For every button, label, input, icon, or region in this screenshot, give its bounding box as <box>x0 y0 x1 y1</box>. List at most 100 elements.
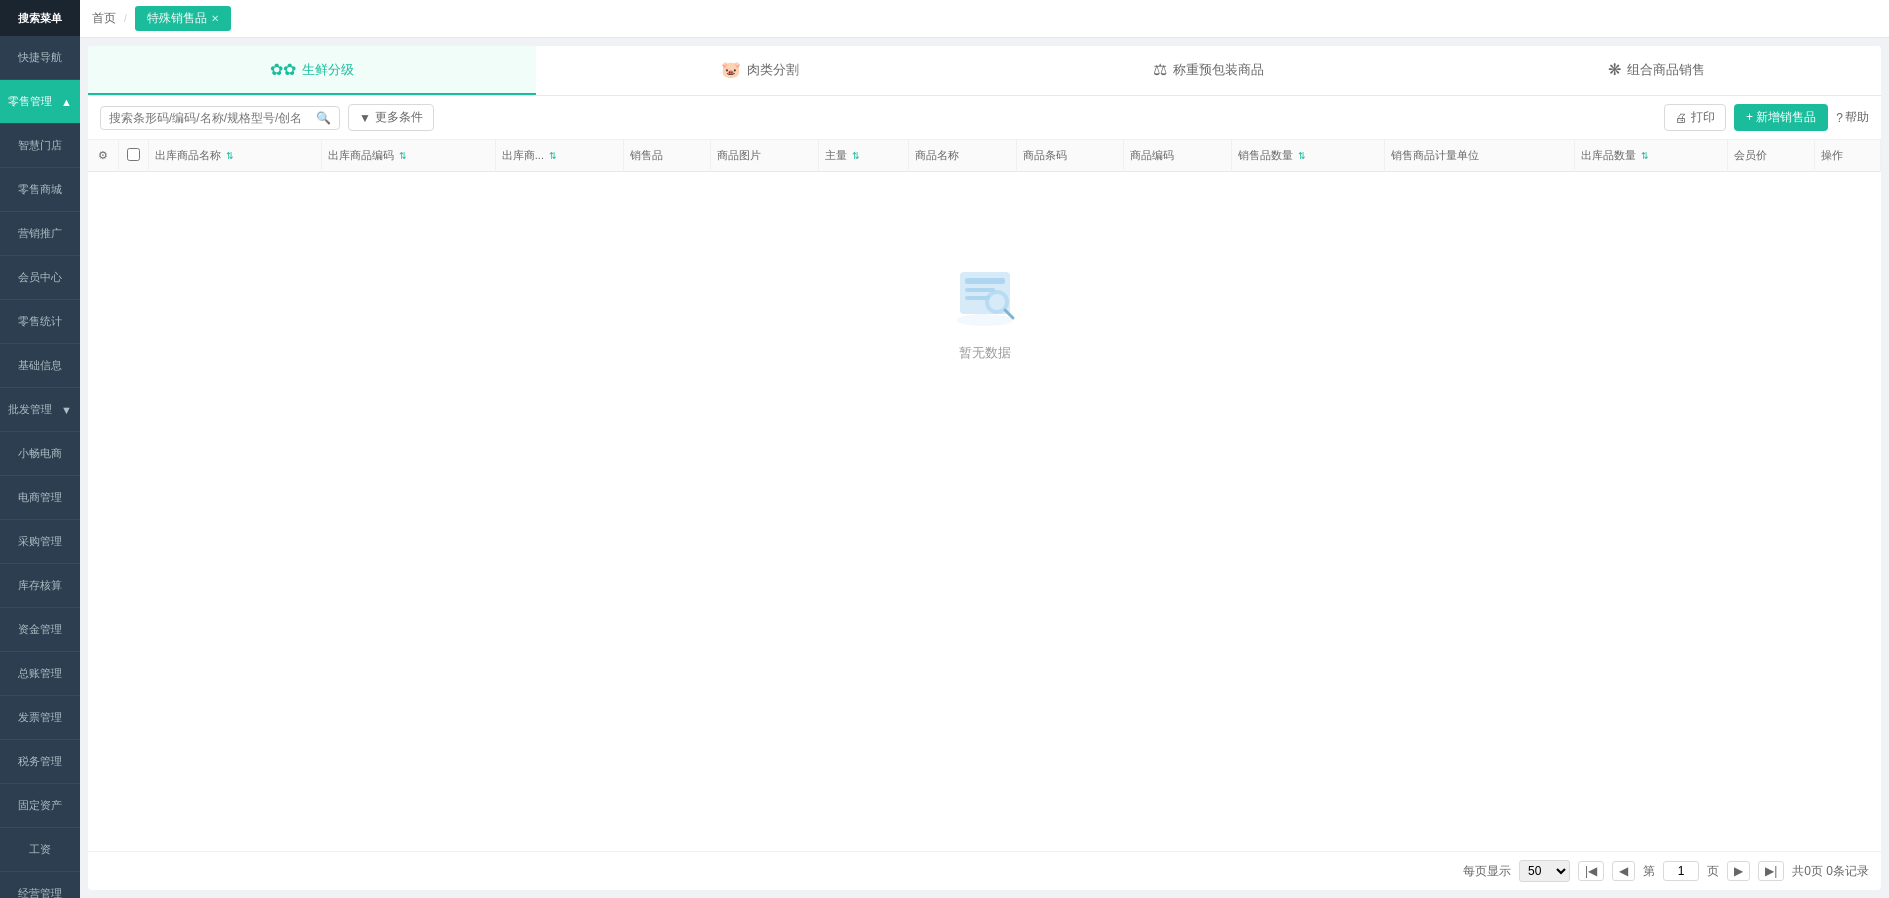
sort-icon: ⇅ <box>852 151 860 161</box>
print-button[interactable]: 🖨 打印 <box>1664 104 1726 131</box>
sidebar-item-operations[interactable]: 经营管理 <box>0 872 80 898</box>
sidebar-item-label: 快捷导航 <box>18 50 62 65</box>
sidebar-item-smart-store[interactable]: 智慧门店 <box>0 124 80 168</box>
sidebar-item-label: 零售统计 <box>18 314 62 329</box>
pagination: 每页显示 10 20 50 100 |◀ ◀ 第 页 ▶ ▶| 共0页 0条记录 <box>88 851 1881 890</box>
tab-scale-prepack-label: 称重预包装商品 <box>1173 61 1264 79</box>
th-goods-barcode[interactable]: 商品条码 <box>1016 140 1124 172</box>
th-checkbox[interactable] <box>118 140 148 172</box>
empty-icon <box>945 252 1025 332</box>
sidebar-item-retail-mall[interactable]: 零售商城 <box>0 168 80 212</box>
tab-meat-cut-label: 肉类分割 <box>747 61 799 79</box>
sort-icon: ⇅ <box>399 151 407 161</box>
page-size-select[interactable]: 10 20 50 100 <box>1519 860 1570 882</box>
sidebar-item-label: 资金管理 <box>18 622 62 637</box>
main-content: 首页 / 特殊销售品 ✕ ✿✿ 生鲜分级 🐷 肉类分割 ⚖ 称重预包装商品 ❋ <box>80 0 1889 898</box>
sidebar-logo[interactable]: 搜索菜单 <box>0 0 80 36</box>
close-tab-icon[interactable]: ✕ <box>211 13 219 24</box>
tab-fresh-grade[interactable]: ✿✿ 生鲜分级 <box>88 46 536 95</box>
th-outlet-name[interactable]: 出库商品名称 ⇅ <box>148 140 322 172</box>
prev-page-button[interactable]: ◀ <box>1612 861 1635 881</box>
th-goods-name[interactable]: 商品名称 <box>909 140 1017 172</box>
sidebar-item-purchase[interactable]: 采购管理 <box>0 520 80 564</box>
active-tab[interactable]: 特殊销售品 ✕ <box>135 6 231 31</box>
th-sale-unit[interactable]: 销售商品计量单位 <box>1384 140 1574 172</box>
th-outlet-code[interactable]: 出库商品编码 ⇅ <box>322 140 496 172</box>
sub-tabs: ✿✿ 生鲜分级 🐷 肉类分割 ⚖ 称重预包装商品 ❋ 组合商品销售 <box>88 46 1881 96</box>
page-label-after: 页 <box>1707 863 1719 880</box>
page-number-input[interactable] <box>1663 861 1699 881</box>
empty-text: 暂无数据 <box>959 344 1011 362</box>
th-sale-item[interactable]: 销售品 <box>624 140 711 172</box>
tab-scale-prepack[interactable]: ⚖ 称重预包装商品 <box>985 46 1433 95</box>
svg-point-0 <box>957 314 1013 326</box>
sidebar-item-finance[interactable]: 资金管理 <box>0 608 80 652</box>
last-page-button[interactable]: ▶| <box>1758 861 1784 881</box>
first-page-button[interactable]: |◀ <box>1578 861 1604 881</box>
search-input[interactable] <box>109 111 312 125</box>
filter-label: 更多条件 <box>375 109 423 126</box>
sidebar-item-label: 智慧门店 <box>18 138 62 153</box>
th-image: 商品图片 <box>711 140 819 172</box>
sidebar-item-member[interactable]: 会员中心 <box>0 256 80 300</box>
th-outlet-spec[interactable]: 出库商... ⇅ <box>495 140 624 172</box>
sidebar-item-label: 税务管理 <box>18 754 62 769</box>
select-all-checkbox[interactable] <box>127 148 140 161</box>
breadcrumb-separator: / <box>124 13 127 24</box>
tab-meat-cut[interactable]: 🐷 肉类分割 <box>536 46 984 95</box>
sidebar-item-label: 发票管理 <box>18 710 62 725</box>
th-main[interactable]: 主量 ⇅ <box>818 140 909 172</box>
sidebar-item-inventory[interactable]: 库存核算 <box>0 564 80 608</box>
page-size-label: 每页显示 <box>1463 863 1511 880</box>
sidebar-item-label: 基础信息 <box>18 358 62 373</box>
search-icon[interactable]: 🔍 <box>316 111 331 125</box>
active-tab-label: 特殊销售品 <box>147 10 207 27</box>
search-box[interactable]: 🔍 <box>100 106 340 130</box>
sidebar-item-label: 会员中心 <box>18 270 62 285</box>
sidebar-item-ecommerce-mgmt[interactable]: 电商管理 <box>0 476 80 520</box>
th-outlet-qty[interactable]: 出库品数量 ⇅ <box>1575 140 1728 172</box>
tab-fresh-grade-label: 生鲜分级 <box>302 61 354 79</box>
data-table: ⚙ 出库商品名称 ⇅ 出库商品编码 ⇅ 出库商... ⇅ <box>88 140 1881 172</box>
print-label: 打印 <box>1691 109 1715 126</box>
sidebar: 搜索菜单 快捷导航 零售管理 ▲ 智慧门店 零售商城 营销推广 会员中心 零售统… <box>0 0 80 898</box>
meat-cut-icon: 🐷 <box>721 60 741 79</box>
sidebar-item-tax[interactable]: 税务管理 <box>0 740 80 784</box>
help-label: 帮助 <box>1845 109 1869 126</box>
th-goods-code[interactable]: 商品编码 <box>1124 140 1232 172</box>
toolbar: 🔍 ▼ 更多条件 🖨 打印 + 新增销售品 ? 帮助 <box>88 96 1881 140</box>
sidebar-item-fixed-assets[interactable]: 固定资产 <box>0 784 80 828</box>
sidebar-item-label: 批发管理 <box>8 402 52 417</box>
th-member-price[interactable]: 会员价 <box>1728 140 1815 172</box>
sidebar-item-label: 电商管理 <box>18 490 62 505</box>
sidebar-item-retail-mgmt[interactable]: 零售管理 ▲ <box>0 80 80 124</box>
sidebar-item-marketing[interactable]: 营销推广 <box>0 212 80 256</box>
sidebar-item-basic-info-1[interactable]: 基础信息 <box>0 344 80 388</box>
chevron-down-icon: ▼ <box>61 404 72 416</box>
th-sale-qty[interactable]: 销售品数量 ⇅ <box>1231 140 1384 172</box>
sidebar-item-wholesale[interactable]: 批发管理 ▼ <box>0 388 80 432</box>
th-settings[interactable]: ⚙ <box>88 140 118 172</box>
sidebar-item-ledger[interactable]: 总账管理 <box>0 652 80 696</box>
sidebar-item-label: 工资 <box>29 842 51 857</box>
sidebar-item-label: 经营管理 <box>18 886 62 898</box>
toolbar-right: 🖨 打印 + 新增销售品 ? 帮助 <box>1664 104 1869 131</box>
svg-rect-3 <box>965 288 995 292</box>
tab-combo[interactable]: ❋ 组合商品销售 <box>1433 46 1881 95</box>
sidebar-item-salary[interactable]: 工资 <box>0 828 80 872</box>
breadcrumb-home[interactable]: 首页 <box>92 10 116 27</box>
new-sale-button[interactable]: + 新增销售品 <box>1734 104 1828 131</box>
sidebar-item-invoice[interactable]: 发票管理 <box>0 696 80 740</box>
filter-icon: ▼ <box>359 111 371 125</box>
tab-combo-label: 组合商品销售 <box>1627 61 1705 79</box>
filter-button[interactable]: ▼ 更多条件 <box>348 104 434 131</box>
sidebar-item-retail-stats[interactable]: 零售统计 <box>0 300 80 344</box>
help-button[interactable]: ? 帮助 <box>1836 109 1869 126</box>
svg-rect-2 <box>965 278 1005 284</box>
chevron-icon: ▲ <box>61 96 72 108</box>
sidebar-item-ecommerce-small[interactable]: 小畅电商 <box>0 432 80 476</box>
sort-icon: ⇅ <box>1298 151 1306 161</box>
svg-point-6 <box>989 294 1005 310</box>
sidebar-item-quick-nav[interactable]: 快捷导航 <box>0 36 80 80</box>
next-page-button[interactable]: ▶ <box>1727 861 1750 881</box>
